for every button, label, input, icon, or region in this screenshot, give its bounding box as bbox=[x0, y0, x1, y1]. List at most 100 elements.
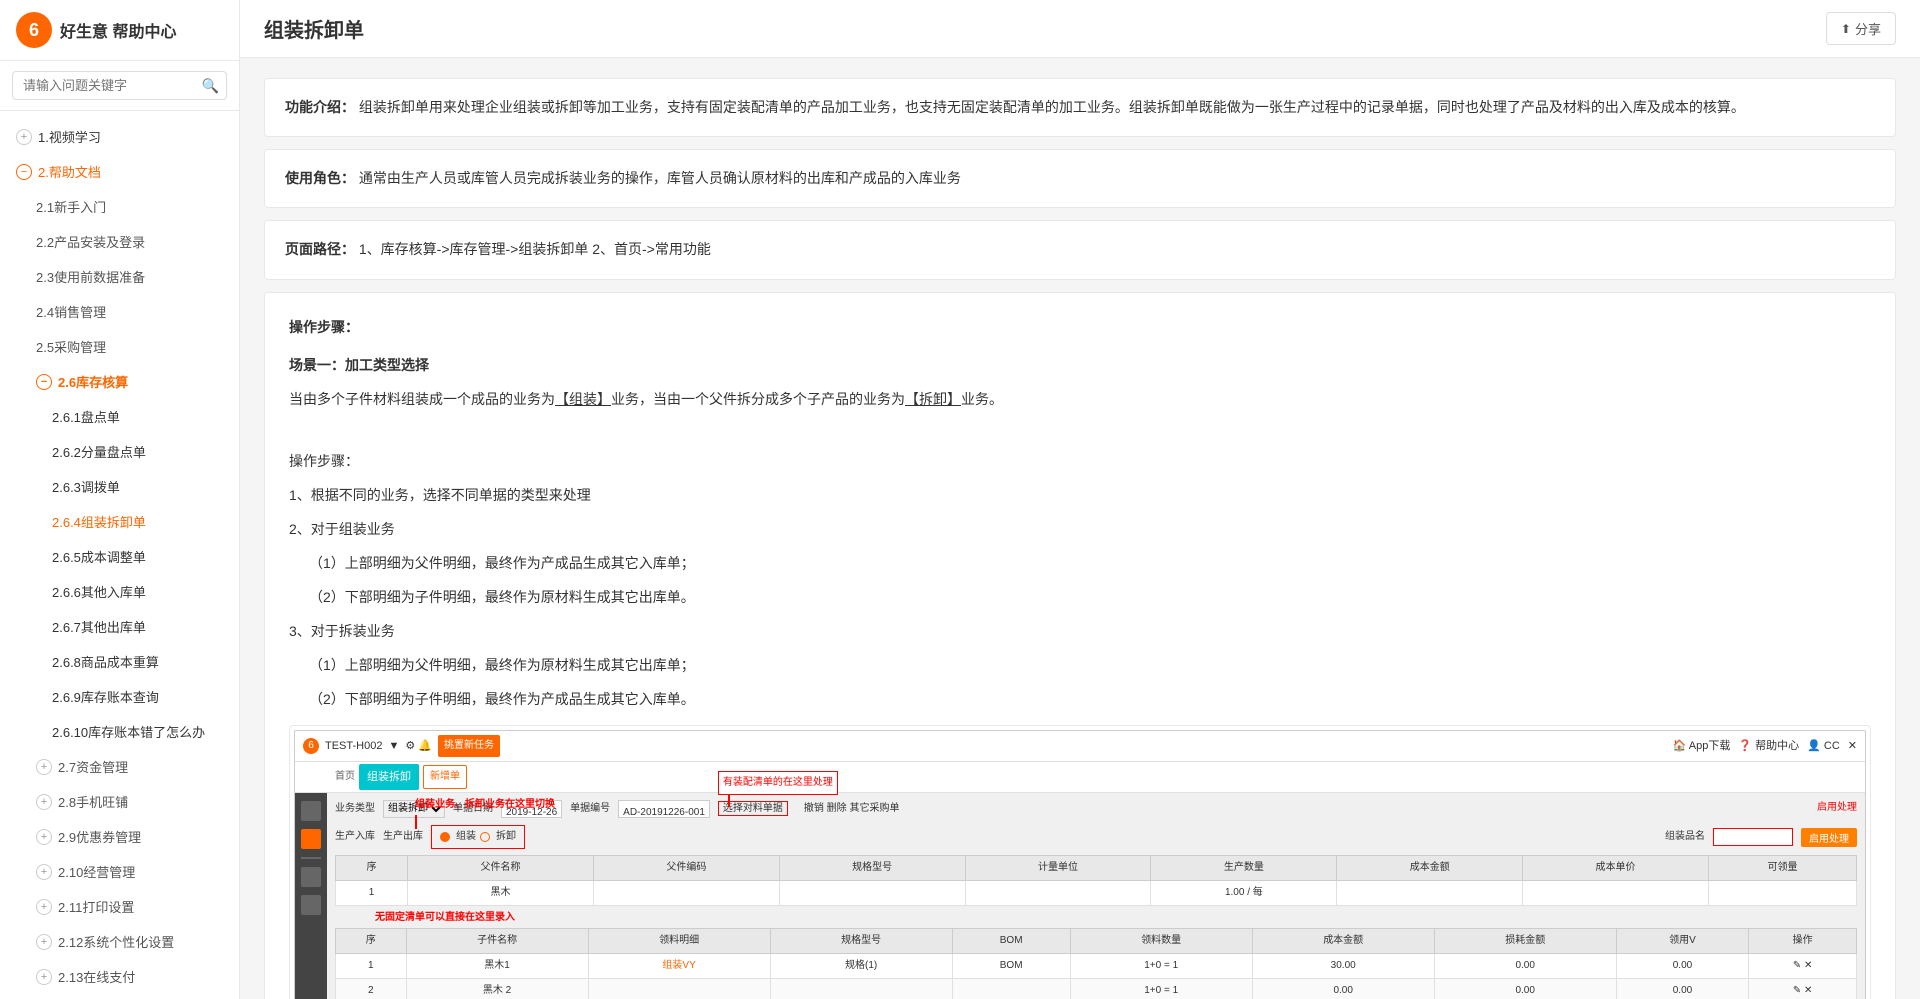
mock-logo: 6 bbox=[303, 738, 319, 754]
plus-icon-ops: + bbox=[36, 864, 52, 880]
top-bar: 组装拆卸单 ⬆ 分享 bbox=[240, 0, 1920, 58]
mock-no-value: AD-20191226-001 bbox=[618, 800, 710, 818]
minus-icon: − bbox=[16, 164, 32, 180]
sidebar-item-adjust[interactable]: 2.6.3调拨单 bbox=[0, 469, 239, 504]
step3-1: （1）上部明细为父件明细，最终作为原材料生成其它出库单； bbox=[289, 651, 1871, 679]
mock-radio-label-assembly: 组装 bbox=[456, 827, 476, 847]
mock-btn-action: 挑置新任务 bbox=[438, 735, 500, 757]
sidebar-item-sales[interactable]: 2.4销售管理 bbox=[0, 294, 239, 329]
mock-sidebar-icon1 bbox=[301, 801, 321, 821]
mock-enable-btn[interactable]: 启用处理 bbox=[1801, 828, 1857, 847]
sidebar-item-inventory[interactable]: − 2.6库存核算 bbox=[0, 364, 239, 399]
step1: 1、根据不同的业务，选择不同单据的类型来处理 bbox=[289, 481, 1871, 509]
intro-block: 功能介绍： 组装拆卸单用来处理企业组装或拆卸等加工业务，支持有固定装配清单的产品… bbox=[264, 78, 1896, 137]
mock-td-cop2: ✎ ✕ bbox=[1749, 978, 1857, 999]
sidebar-item-custom[interactable]: + 2.12系统个性化设置 bbox=[0, 924, 239, 959]
intro-label: 功能介绍： bbox=[285, 99, 355, 115]
steps-title: 操作步骤： bbox=[289, 319, 359, 335]
sidebar-item-account-error[interactable]: 2.6.10库存账本错了怎么办 bbox=[0, 714, 239, 749]
mock-td-cop: ✎ ✕ bbox=[1749, 953, 1857, 978]
sidebar-item-other-in[interactable]: 2.6.6其他入库单 bbox=[0, 574, 239, 609]
sidebar-item-inventory-check[interactable]: 2.6.9库存账本查询 bbox=[0, 679, 239, 714]
mock-titlebar: 6 TEST-H002 ▼ ⚙ 🔔 挑置新任务 🏠 App下载 ❓ 帮助中心 👤… bbox=[295, 731, 1865, 762]
mock-th-spec: 规格型号 bbox=[779, 855, 965, 880]
sidebar-item-stocktake[interactable]: 2.6.1盘点单 bbox=[0, 399, 239, 434]
mock-th-ccost: 成本金额 bbox=[1252, 928, 1434, 953]
minus-icon-inventory: − bbox=[36, 374, 52, 390]
mock-td-ccost: 30.00 bbox=[1252, 953, 1434, 978]
plus-icon-finance: + bbox=[36, 759, 52, 775]
ops-title: 操作步骤： bbox=[289, 447, 1871, 475]
mock-close-icon: ✕ bbox=[1848, 735, 1857, 757]
plus-icon: + bbox=[16, 129, 32, 145]
mock-app-tabs: 首页 组装拆卸 新增单 bbox=[295, 762, 1865, 793]
mock-td-cbom: BOM bbox=[952, 953, 1070, 978]
mock-td-cname: 黑木1 bbox=[406, 953, 588, 978]
mock-td-cname2: 黑木 2 bbox=[406, 978, 588, 999]
mock-td-qty: 1.00 / 每 bbox=[1151, 880, 1337, 905]
sidebar-item-docs[interactable]: − 2.帮助文档 bbox=[0, 154, 239, 189]
mock-appstore-icon: 🏠 App下载 bbox=[1673, 735, 1731, 757]
plus-icon-print: + bbox=[36, 899, 52, 915]
sidebar-item-assembly[interactable]: 2.6.4组装拆卸单 bbox=[0, 504, 239, 539]
annotation4-text: 启用处理 bbox=[1817, 798, 1857, 818]
role-label: 使用角色： bbox=[285, 170, 355, 186]
mock-screenshot: 6 TEST-H002 ▼ ⚙ 🔔 挑置新任务 🏠 App下载 ❓ 帮助中心 👤… bbox=[294, 730, 1866, 999]
sidebar-item-finance[interactable]: + 2.7资金管理 bbox=[0, 749, 239, 784]
sidebar-item-other-out[interactable]: 2.6.7其他出库单 bbox=[0, 609, 239, 644]
sidebar-item-newcomer[interactable]: 2.1新手入门 bbox=[0, 189, 239, 224]
sidebar-item-payment[interactable]: + 2.13在线支付 bbox=[0, 959, 239, 994]
share-icon: ⬆ bbox=[1841, 22, 1851, 36]
search-button[interactable]: 🔍 bbox=[202, 77, 219, 94]
sidebar-item-ops[interactable]: + 2.10经营管理 bbox=[0, 854, 239, 889]
mock-dropdown-icon: ▼ bbox=[388, 735, 399, 757]
intro-text: 组装拆卸单用来处理企业组装或拆卸等加工业务，支持有固定装配清单的产品加工业务，也… bbox=[359, 99, 1745, 115]
annotation3-text: 组装业务、拆卸业务在这里切换 bbox=[415, 795, 555, 815]
mock-td-name: 黑木 bbox=[408, 880, 594, 905]
annotation1-container: 选择对料单据 有装配清单的在这里处理 bbox=[718, 799, 788, 819]
mock-td-cspec2 bbox=[770, 978, 952, 999]
main-area: 组装拆卸单 ⬆ 分享 功能介绍： 组装拆卸单用来处理企业组装或拆卸等加工业务，支… bbox=[240, 0, 1920, 999]
mock-radio-label-disassemble: 拆卸 bbox=[496, 827, 516, 847]
share-button[interactable]: ⬆ 分享 bbox=[1826, 12, 1896, 45]
sidebar-item-purchase[interactable]: 2.5采购管理 bbox=[0, 329, 239, 364]
mock-th-parent-code: 父件编码 bbox=[593, 855, 779, 880]
sidebar-item-cost-reset[interactable]: 2.6.8商品成本重算 bbox=[0, 644, 239, 679]
step2-1: （1）上部明细为父件明细，最终作为产成品生成其它入库单； bbox=[289, 549, 1871, 577]
app-header: 6 好生意 帮助中心 bbox=[0, 0, 239, 61]
mock-th-cop: 操作 bbox=[1749, 928, 1857, 953]
sidebar-item-faq[interactable]: + 2.14常见问题 bbox=[0, 994, 239, 999]
sidebar-item-cost-adjust[interactable]: 2.6.5成本调整单 bbox=[0, 539, 239, 574]
mock-td-unit bbox=[965, 880, 1151, 905]
sidebar-item-video[interactable]: + 1.视频学习 bbox=[0, 119, 239, 154]
mock-td-cqty: 1+0 = 1 bbox=[1070, 953, 1252, 978]
search-input[interactable] bbox=[12, 71, 227, 100]
mock-td-avail bbox=[1708, 880, 1856, 905]
mock-th-unit: 计量单位 bbox=[965, 855, 1151, 880]
search-bar: 🔍 bbox=[0, 61, 239, 111]
sidebar: 6 好生意 帮助中心 🔍 + 1.视频学习 − 2.帮助文档 2.1新手入门 2… bbox=[0, 0, 240, 999]
mock-td-spec bbox=[779, 880, 965, 905]
step3: 3、对于拆装业务 bbox=[289, 617, 1871, 645]
path-text: 1、库存核算->库存管理->组装拆卸单 2、首页->常用功能 bbox=[359, 241, 711, 257]
sidebar-item-install[interactable]: 2.2产品安装及登录 bbox=[0, 224, 239, 259]
nav-list: + 1.视频学习 − 2.帮助文档 2.1新手入门 2.2产品安装及登录 2.3… bbox=[0, 111, 239, 999]
sidebar-item-split-stocktake[interactable]: 2.6.2分量盘点单 bbox=[0, 434, 239, 469]
sidebar-item-data-prep[interactable]: 2.3使用前数据准备 bbox=[0, 259, 239, 294]
mock-th-parent-name: 父件名称 bbox=[408, 855, 594, 880]
mock-radio-disassemble bbox=[480, 832, 490, 842]
mock-th-cdetail: 领料明细 bbox=[588, 928, 770, 953]
mock-sidebar-divider bbox=[301, 857, 321, 859]
step2-2: （2）下部明细为子件明细，最终作为原材料生成其它出库单。 bbox=[289, 583, 1871, 611]
mock-td-cbom2 bbox=[952, 978, 1070, 999]
sidebar-item-mobile[interactable]: + 2.8手机旺铺 bbox=[0, 784, 239, 819]
mock-table-child: 序 子件名称 领料明细 规格型号 BOM 领料数量 成本金额 损耗金额 bbox=[335, 928, 1857, 999]
sidebar-item-print[interactable]: + 2.11打印设置 bbox=[0, 889, 239, 924]
mock-tab-home: 首页 bbox=[335, 767, 355, 787]
mock-th-cqty: 领料数量 bbox=[1070, 928, 1252, 953]
sidebar-item-coupon[interactable]: + 2.9优惠券管理 bbox=[0, 819, 239, 854]
mock-td-cseq2: 2 bbox=[336, 978, 407, 999]
annotation1-arrow bbox=[728, 795, 730, 807]
mock-td-closs: 0.00 bbox=[1434, 953, 1616, 978]
content-area: 功能介绍： 组装拆卸单用来处理企业组装或拆卸等加工业务，支持有固定装配清单的产品… bbox=[240, 58, 1920, 999]
